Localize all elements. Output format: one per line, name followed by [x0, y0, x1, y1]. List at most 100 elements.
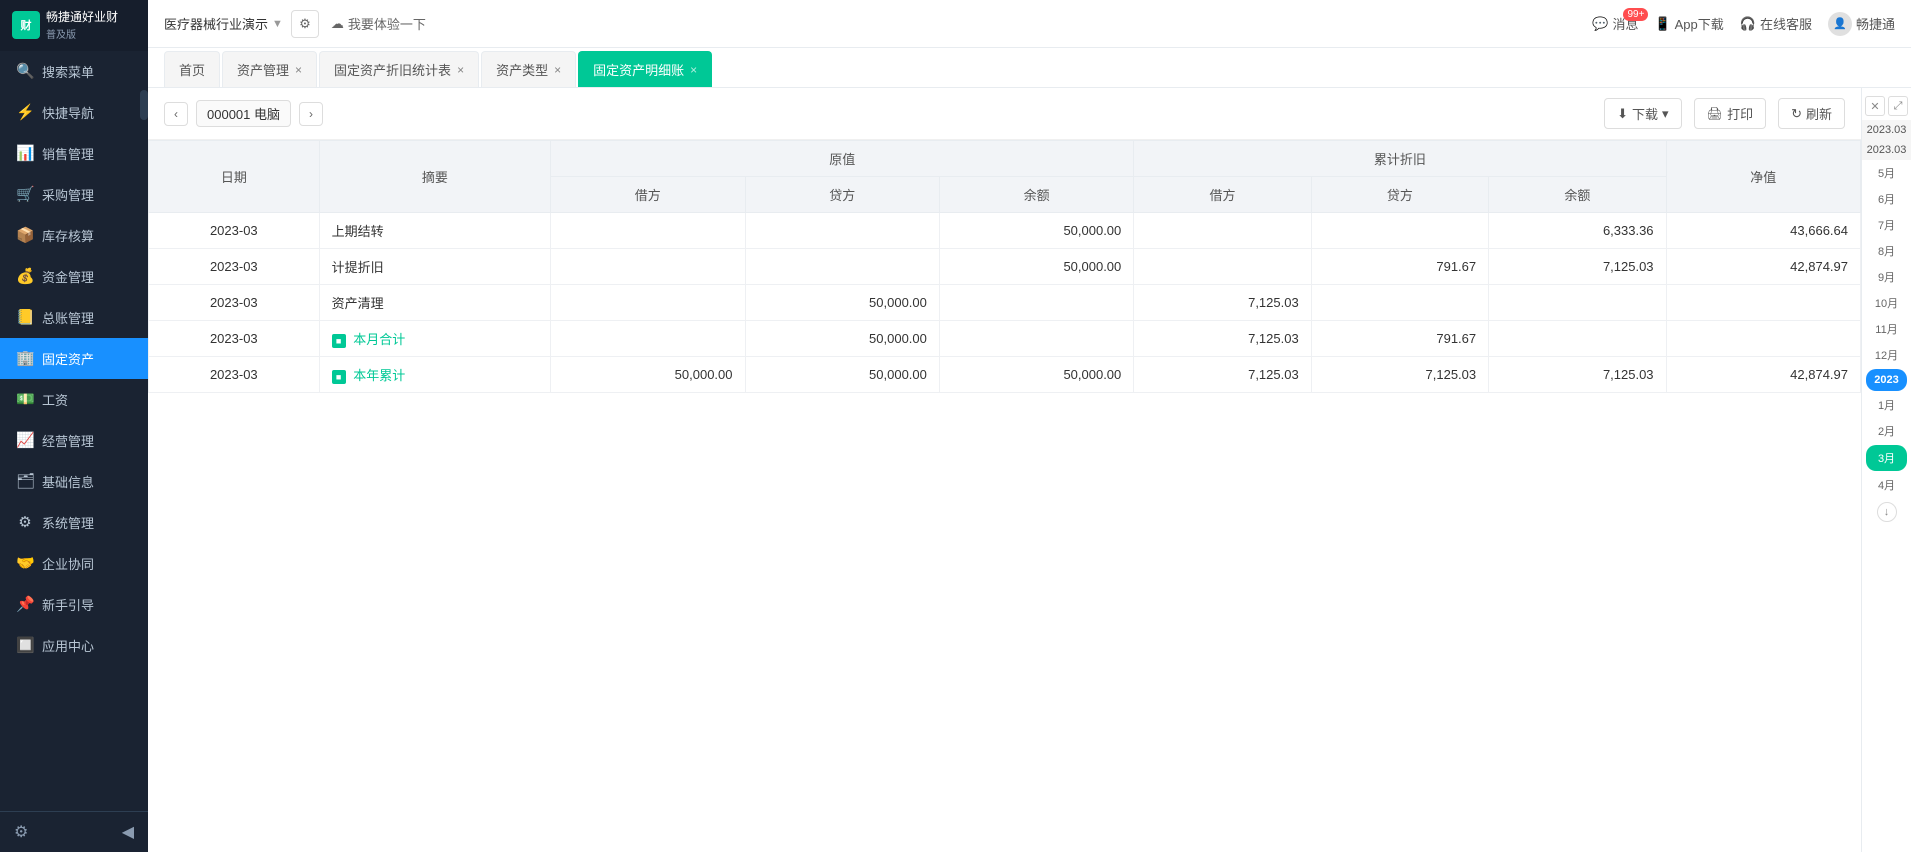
rp-month-5[interactable]: 5月 — [1862, 160, 1911, 186]
rp-month-11[interactable]: 11月 — [1862, 316, 1911, 342]
cell-orig-debit — [551, 213, 745, 249]
cell-acc-credit — [1311, 213, 1488, 249]
col-orig-debit: 借方 — [551, 177, 745, 213]
cell-orig-balance: 50,000.00 — [939, 357, 1133, 393]
settings-icon[interactable]: ⚙ — [14, 822, 28, 842]
service-button[interactable]: 🎧 在线客服 — [1740, 14, 1812, 33]
tab-asset-mgmt[interactable]: 资产管理 × — [222, 51, 317, 87]
sidebar-scrollbar[interactable] — [140, 90, 148, 120]
sidebar-item-guide[interactable]: 📌 新手引导 — [0, 584, 148, 625]
tab-close-depreciation-stats[interactable]: × — [457, 63, 464, 77]
sidebar-item-purchase[interactable]: 🛒 采购管理 — [0, 174, 148, 215]
cell-acc-balance: 6,333.36 — [1489, 213, 1666, 249]
apps-icon: 🔲 — [16, 636, 34, 654]
experience-button[interactable]: ☁ 我要体验一下 — [331, 14, 426, 33]
cell-summary: ■ 本月合计 — [319, 321, 550, 357]
sidebar-item-collab[interactable]: 🤝 企业协同 — [0, 543, 148, 584]
cell-acc-balance — [1489, 321, 1666, 357]
cell-date: 2023-03 — [149, 357, 320, 393]
collapse-icon[interactable]: ◀ — [122, 822, 134, 842]
company-selector[interactable]: 医疗器械行业演示 ▼ — [164, 14, 283, 33]
rp-year-marker[interactable]: 2023 — [1866, 369, 1907, 391]
tab-close-asset-mgmt[interactable]: × — [295, 63, 302, 77]
cell-orig-credit — [745, 249, 939, 285]
prev-asset-button[interactable]: ‹ — [164, 102, 188, 126]
sidebar-item-inventory[interactable]: 📦 库存核算 — [0, 215, 148, 256]
payroll-icon: 💵 — [16, 390, 34, 408]
rp-month-10[interactable]: 10月 — [1862, 290, 1911, 316]
col-acc-credit: 贷方 — [1311, 177, 1488, 213]
rp-month-3-current[interactable]: 3月 — [1866, 445, 1907, 471]
cell-acc-debit — [1134, 249, 1311, 285]
rp-month-1[interactable]: 1月 — [1862, 392, 1911, 418]
user-profile[interactable]: 👤 畅捷通 — [1828, 12, 1895, 36]
rp-month-6[interactable]: 6月 — [1862, 186, 1911, 212]
asset-detail-table: 日期 摘要 原值 累计折旧 净值 借方 贷方 余额 借方 贷方 余额 — [148, 140, 1861, 393]
action-buttons: ⬇ 下载 ▾ 🖨 打印 ↻ 刷新 — [1604, 98, 1845, 129]
tab-depreciation-stats[interactable]: 固定资产折旧统计表 × — [319, 51, 479, 87]
rp-month-9[interactable]: 9月 — [1862, 264, 1911, 290]
col-net-value: 净值 — [1666, 141, 1860, 213]
close-panel-button[interactable]: ✕ — [1865, 96, 1885, 116]
message-icon: 💬 — [1592, 16, 1608, 32]
cell-summary: 计提折旧 — [319, 249, 550, 285]
cell-acc-debit: 7,125.03 — [1134, 285, 1311, 321]
sidebar-item-basic[interactable]: 🗂 基础信息 — [0, 461, 148, 502]
cell-orig-balance: 50,000.00 — [939, 249, 1133, 285]
sidebar-item-sales[interactable]: 📊 销售管理 — [0, 133, 148, 174]
col-orig-balance: 余额 — [939, 177, 1133, 213]
sidebar-item-quicknav[interactable]: ⚡ 快捷导航 — [0, 92, 148, 133]
rp-month-8[interactable]: 8月 — [1862, 238, 1911, 264]
rp-current-period-top: 2023.03 — [1862, 120, 1911, 140]
sidebar-item-finance[interactable]: 💰 资金管理 — [0, 256, 148, 297]
fixed-assets-icon: 🏢 — [16, 349, 34, 367]
download-chevron-icon: ▾ — [1662, 106, 1669, 122]
logo-title: 畅捷通好业财 — [46, 10, 118, 26]
sidebar-item-search[interactable]: 🔍 搜索菜单 — [0, 51, 148, 92]
col-date: 日期 — [149, 141, 320, 213]
sidebar-item-system[interactable]: ⚙ 系统管理 — [0, 502, 148, 543]
sidebar-item-payroll[interactable]: 💵 工资 — [0, 379, 148, 420]
sidebar-item-apps[interactable]: 🔲 应用中心 — [0, 625, 148, 666]
tab-asset-detail[interactable]: 固定资产明细账 × — [578, 51, 712, 87]
cell-acc-debit: 7,125.03 — [1134, 357, 1311, 393]
tab-asset-type[interactable]: 资产类型 × — [481, 51, 576, 87]
rp-month-4[interactable]: 4月 — [1862, 472, 1911, 498]
cell-orig-credit — [745, 213, 939, 249]
cell-orig-balance: 50,000.00 — [939, 213, 1133, 249]
message-button[interactable]: 💬 消息 99+ — [1592, 14, 1638, 33]
rp-down-arrow[interactable]: ↓ — [1877, 502, 1897, 522]
operations-icon: 📈 — [16, 431, 34, 449]
sidebar-item-operations[interactable]: 📈 经营管理 — [0, 420, 148, 461]
company-chevron-icon: ▼ — [272, 18, 283, 30]
company-settings-button[interactable]: ⚙ — [291, 10, 319, 38]
service-icon: 🎧 — [1740, 16, 1756, 32]
print-button[interactable]: 🖨 打印 — [1694, 98, 1767, 129]
content-main: ‹ 000001 电脑 › ⬇ 下载 ▾ 🖨 打印 ↻ — [148, 88, 1861, 852]
sidebar-menu: 🔍 搜索菜单 ⚡ 快捷导航 📊 销售管理 🛒 采购管理 📦 库存核算 💰 资金管… — [0, 51, 148, 811]
sidebar-item-fixed-assets[interactable]: 🏢 固定资产 — [0, 338, 148, 379]
table-row: 2023-03 资产清理 50,000.00 7,125.03 — [149, 285, 1861, 321]
company-name: 医疗器械行业演示 — [164, 14, 268, 33]
cell-summary: 上期结转 — [319, 213, 550, 249]
cell-acc-debit: 7,125.03 — [1134, 321, 1311, 357]
sidebar-item-ledger[interactable]: 📒 总账管理 — [0, 297, 148, 338]
cell-date: 2023-03 — [149, 249, 320, 285]
sub-header: ‹ 000001 电脑 › ⬇ 下载 ▾ 🖨 打印 ↻ — [148, 88, 1861, 140]
guide-icon: 📌 — [16, 595, 34, 613]
rp-month-12[interactable]: 12月 — [1862, 342, 1911, 368]
cell-orig-debit — [551, 321, 745, 357]
next-asset-button[interactable]: › — [299, 102, 323, 126]
cell-net-value: 42,874.97 — [1666, 249, 1860, 285]
download-button[interactable]: ⬇ 下载 ▾ — [1604, 98, 1681, 129]
tab-close-asset-type[interactable]: × — [554, 63, 561, 77]
cell-orig-credit: 50,000.00 — [745, 357, 939, 393]
tab-home[interactable]: 首页 — [164, 51, 220, 87]
app-download-button[interactable]: 📱 App下载 — [1654, 14, 1723, 33]
rp-month-7[interactable]: 7月 — [1862, 212, 1911, 238]
tab-close-asset-detail[interactable]: × — [690, 63, 697, 77]
refresh-button[interactable]: ↻ 刷新 — [1778, 98, 1845, 129]
rp-month-2[interactable]: 2月 — [1862, 418, 1911, 444]
system-icon: ⚙ — [16, 513, 34, 531]
expand-panel-button[interactable]: ⤢ — [1888, 96, 1908, 116]
